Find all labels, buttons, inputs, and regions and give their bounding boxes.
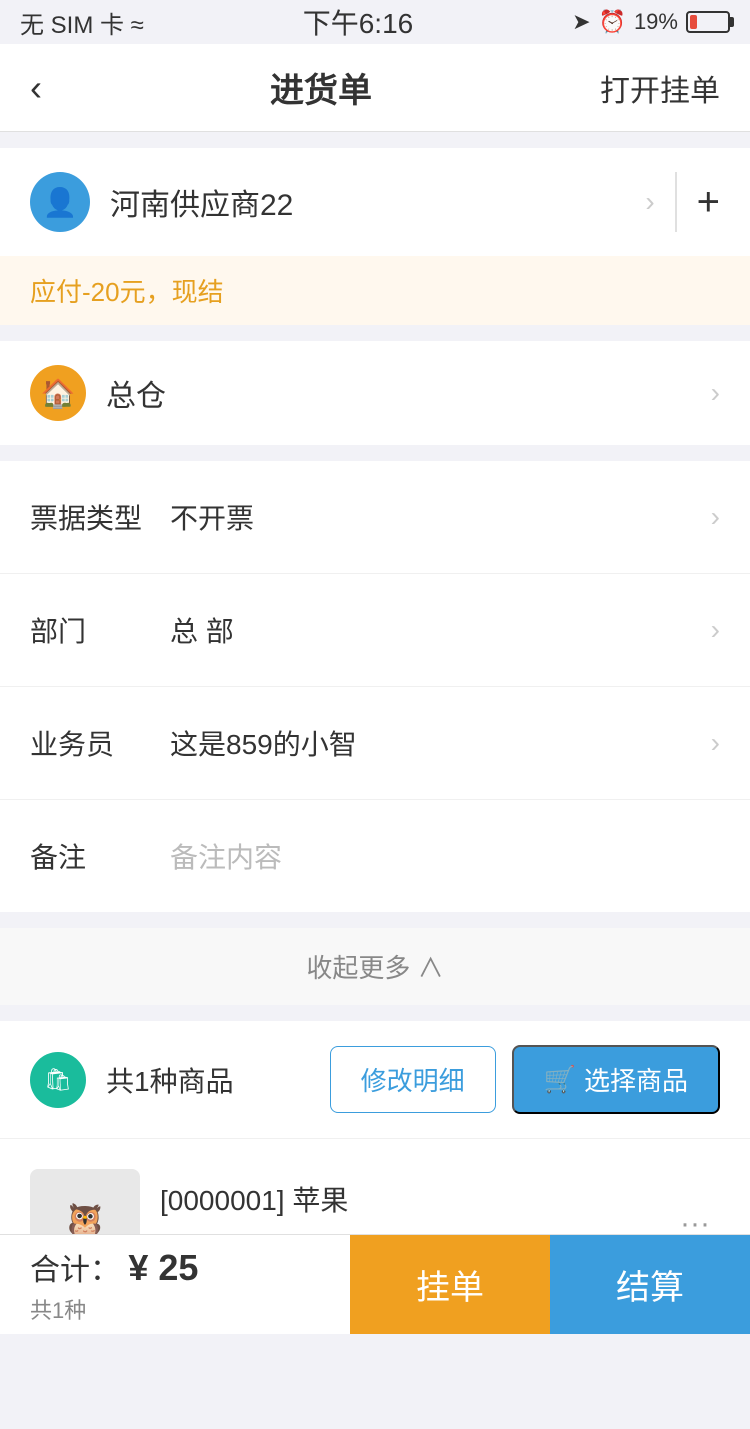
product-bag-icon: 🛍: [30, 1052, 86, 1108]
status-bar: 无 SIM 卡 ≈ 下午6:16 ➤ ⏰ 19%: [0, 0, 750, 44]
open-pending-button[interactable]: 打开挂单: [600, 66, 720, 110]
collapse-bar[interactable]: 收起更多 ∧: [0, 928, 750, 1005]
remark-placeholder: 备注内容: [170, 836, 720, 876]
department-label: 部门: [30, 610, 150, 650]
product-name: [0000001] 苹果: [160, 1179, 670, 1219]
invoice-type-value: 不开票: [170, 497, 711, 537]
status-left: 无 SIM 卡 ≈: [20, 5, 144, 40]
form-section: 票据类型 不开票 › 部门 总 部 › 业务员 这是859的小智 › 备注 备注…: [0, 461, 750, 912]
supplier-name: 河南供应商22: [110, 180, 645, 224]
invoice-type-row[interactable]: 票据类型 不开票 ›: [0, 461, 750, 574]
back-button[interactable]: ‹: [30, 67, 42, 109]
checkout-button[interactable]: 结算: [550, 1235, 750, 1334]
page-title: 进货单: [270, 63, 372, 112]
notice-bar: 应付-20元，现结: [0, 256, 750, 325]
salesperson-label: 业务员: [30, 723, 150, 763]
cart-icon: 🛒: [544, 1064, 576, 1095]
battery-icon: [686, 11, 730, 33]
salesperson-row[interactable]: 业务员 这是859的小智 ›: [0, 687, 750, 800]
person-icon: 👤: [43, 186, 78, 219]
nav-bar: ‹ 进货单 打开挂单: [0, 44, 750, 132]
warehouse-chevron-icon: ›: [711, 377, 720, 409]
warehouse-name: 总仓: [106, 371, 711, 415]
product-header: 🛍 共1种商品 修改明细 🛒 选择商品: [0, 1021, 750, 1139]
remark-label: 备注: [30, 836, 150, 876]
department-value: 总 部: [170, 610, 711, 650]
supplier-divider: [675, 172, 677, 232]
salesperson-value: 这是859的小智: [170, 723, 711, 763]
supplier-section: 👤 河南供应商22 › + 应付-20元，现结: [0, 148, 750, 325]
total-count: 共1种: [30, 1293, 320, 1325]
department-row[interactable]: 部门 总 部 ›: [0, 574, 750, 687]
bag-icon: 🛍: [44, 1067, 72, 1093]
supplier-avatar: 👤: [30, 172, 90, 232]
edit-detail-button[interactable]: 修改明细: [330, 1046, 496, 1113]
bottom-bar: 合计： ¥ 25 共1种 挂单 结算: [0, 1234, 750, 1334]
remark-row[interactable]: 备注 备注内容: [0, 800, 750, 912]
alarm-icon: ⏰: [599, 9, 626, 35]
add-supplier-button[interactable]: +: [697, 180, 720, 225]
sim-status: 无 SIM 卡 ≈: [20, 5, 144, 40]
hang-button[interactable]: 挂单: [350, 1235, 550, 1334]
status-right: ➤ ⏰ 19%: [572, 9, 730, 35]
total-amount: ¥ 25: [128, 1247, 198, 1288]
product-count: 共1种商品: [106, 1060, 330, 1100]
location-icon: ➤: [572, 9, 590, 35]
home-icon: 🏠: [41, 377, 76, 410]
select-product-button[interactable]: 🛒 选择商品: [512, 1045, 720, 1114]
total-area: 合计： ¥ 25 共1种: [0, 1235, 350, 1334]
invoice-type-chevron-icon: ›: [711, 501, 720, 533]
salesperson-chevron-icon: ›: [711, 727, 720, 759]
invoice-type-label: 票据类型: [30, 497, 150, 537]
battery-percent: 19%: [634, 9, 678, 35]
supplier-chevron-icon: ›: [645, 186, 654, 218]
warehouse-icon: 🏠: [30, 365, 86, 421]
supplier-row[interactable]: 👤 河南供应商22 › +: [0, 148, 750, 256]
total-label: 合计： ¥ 25: [30, 1245, 320, 1289]
warehouse-section[interactable]: 🏠 总仓 ›: [0, 341, 750, 445]
department-chevron-icon: ›: [711, 614, 720, 646]
status-time: 下午6:16: [303, 2, 414, 42]
